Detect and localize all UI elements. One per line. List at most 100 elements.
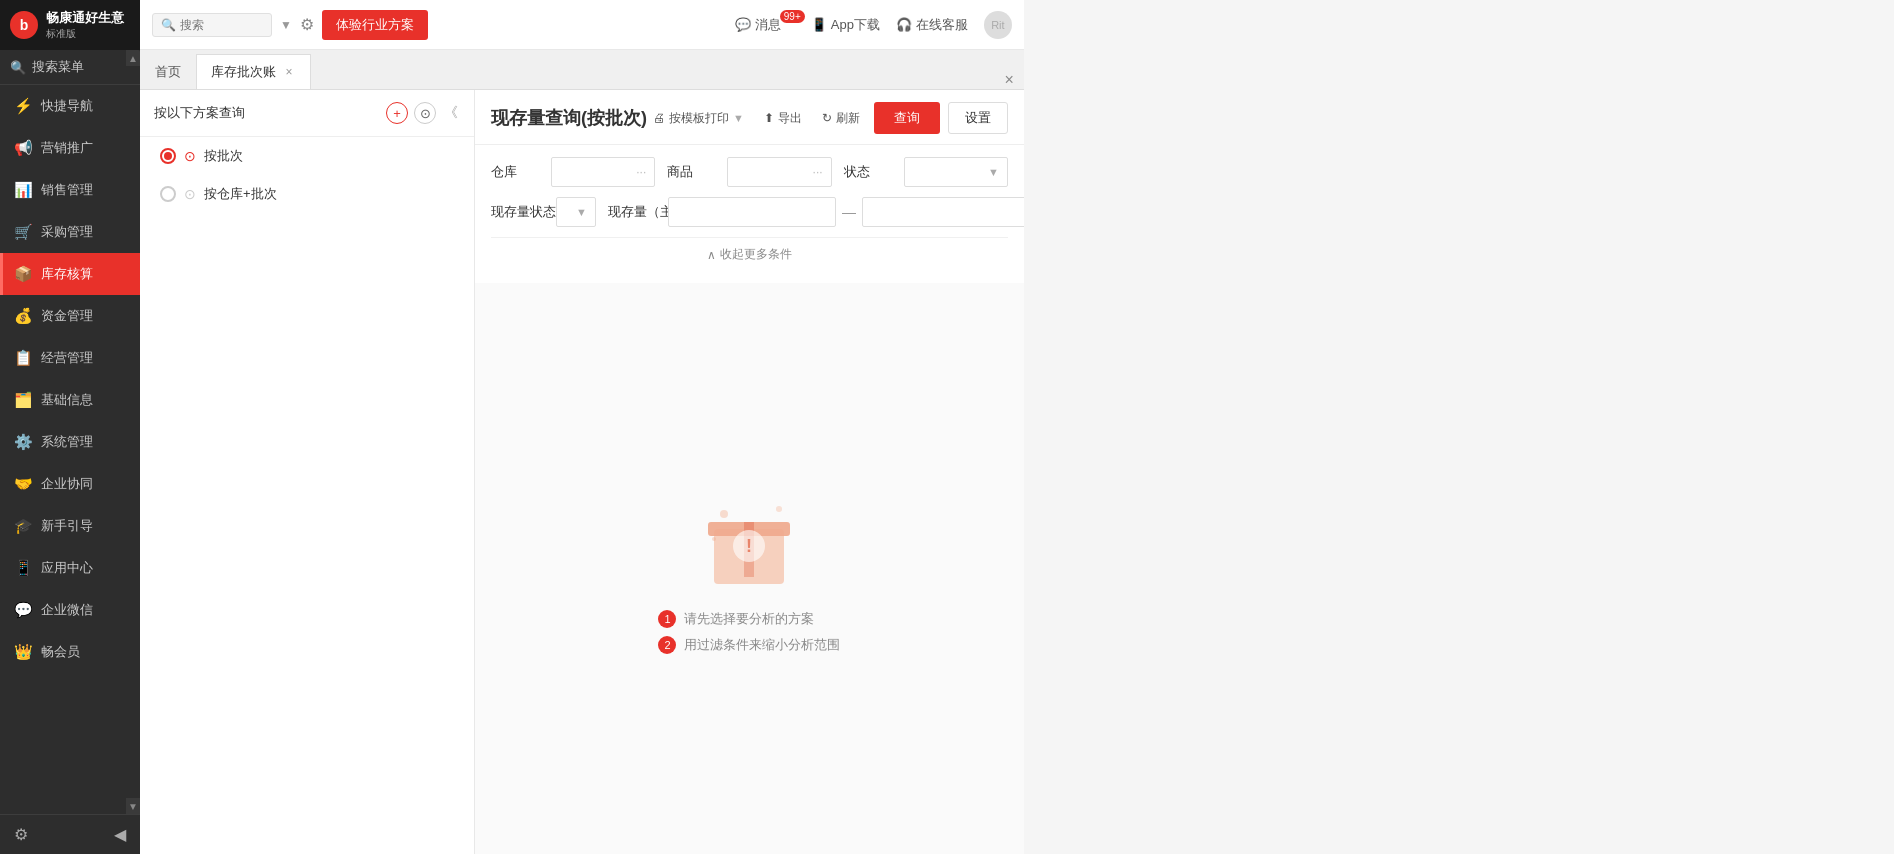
- sidebar-scroll-up-btn[interactable]: ▲: [126, 50, 140, 66]
- tip-num-2: 2: [658, 636, 676, 654]
- experience-btn[interactable]: 体验行业方案: [322, 10, 428, 40]
- inventory-qty-max[interactable]: [862, 197, 1024, 227]
- tab-close-icon[interactable]: ×: [282, 65, 296, 79]
- topbar-search-box[interactable]: 🔍: [152, 13, 272, 37]
- sidebar-search[interactable]: 🔍 搜索菜单: [0, 50, 140, 85]
- refresh-label: 刷新: [836, 110, 860, 127]
- collapse-left-panel-btn[interactable]: 《: [442, 102, 460, 124]
- inventory-qty-min[interactable]: [668, 197, 836, 227]
- nav-icon-member: 👑: [13, 642, 33, 662]
- settings-btn[interactable]: 设置: [948, 102, 1008, 134]
- inventory-status-dropdown-icon: ▼: [576, 206, 587, 218]
- plan-settings-btn[interactable]: ⊙: [414, 102, 436, 124]
- nav-icon-wechat: 💬: [13, 600, 33, 620]
- sidebar-item-system[interactable]: ⚙️ 系统管理: [0, 421, 140, 463]
- nav-icon-quick-nav: ⚡: [13, 96, 33, 116]
- sidebar-item-operations[interactable]: 📋 经营管理: [0, 337, 140, 379]
- messages-action[interactable]: 💬 消息 99+: [735, 16, 795, 34]
- topbar-actions: 💬 消息 99+ 📱 App下载 🎧 在线客服 Rit: [735, 11, 1012, 39]
- query-btn[interactable]: 查询: [874, 102, 940, 134]
- sidebar-scroll-down-btn[interactable]: ▼: [126, 798, 140, 814]
- right-panel: 现存量查询(按批次) 🖨 按模板打印 ▼ ⬆ 导出: [475, 90, 1024, 854]
- online-service-label: 在线客服: [916, 16, 968, 34]
- filter-row-2: 现存量状态 ▼ 现存量（主） —: [491, 197, 1008, 227]
- collapse-more-btn[interactable]: ∧ 收起更多条件: [491, 237, 1008, 271]
- messages-label: 消息: [755, 16, 781, 34]
- topbar-dropdown-icon[interactable]: ▼: [280, 18, 292, 32]
- inventory-qty-filter-group: 现存量（主） —: [608, 197, 1008, 227]
- export-label: 导出: [778, 110, 802, 127]
- user-avatar-action[interactable]: Rit: [984, 11, 1012, 39]
- warehouse-filter-group: 仓库 ···: [491, 157, 655, 187]
- nav-icon-newbie: 🎓: [13, 516, 33, 536]
- inventory-qty-range: —: [668, 197, 1024, 227]
- nav-icon-system: ⚙️: [13, 432, 33, 452]
- sidebar: b 畅康通好生意 标准版 🔍 搜索菜单 ⚡ 快捷导航 📢 营销推广 📊 销售管理…: [0, 0, 140, 854]
- topbar-search-input[interactable]: [180, 18, 250, 32]
- app-download-label: App下载: [831, 16, 880, 34]
- empty-state: ! 1 请先选择要分析的方案 2 用过滤条件来缩小分析范围: [475, 283, 1024, 854]
- print-dropdown-icon[interactable]: ▼: [733, 112, 744, 124]
- nav-label-quick-nav: 快捷导航: [41, 97, 93, 115]
- sidebar-item-enterprise[interactable]: 🤝 企业协同: [0, 463, 140, 505]
- sidebar-item-basic[interactable]: 🗂️ 基础信息: [0, 379, 140, 421]
- product-filter-group: 商品 ···: [667, 157, 831, 187]
- topbar-search-icon: 🔍: [161, 18, 176, 32]
- nav-icon-marketing: 📢: [13, 138, 33, 158]
- settings-icon[interactable]: ⚙: [14, 825, 28, 844]
- left-panel-header: 按以下方案查询 + ⊙ 《: [140, 90, 474, 137]
- tab-batch-inventory[interactable]: 库存批次账 ×: [196, 54, 311, 89]
- plan-item-by-warehouse-batch[interactable]: ⊙ 按仓库+批次: [140, 175, 474, 213]
- app-logo: b: [10, 11, 38, 39]
- tip-text-2: 用过滤条件来缩小分析范围: [684, 636, 840, 654]
- sidebar-item-member[interactable]: 👑 畅会员: [0, 631, 140, 673]
- nav-icon-sales: 📊: [13, 180, 33, 200]
- status-dropdown-icon: ▼: [988, 166, 999, 178]
- sidebar-item-appstore[interactable]: 📱 应用中心: [0, 547, 140, 589]
- home-tab-label: 首页: [155, 63, 181, 81]
- nav-label-wechat: 企业微信: [41, 601, 93, 619]
- plan-item-by-batch[interactable]: ⊙ 按批次: [140, 137, 474, 175]
- collapse-sidebar-icon[interactable]: ◀: [114, 825, 126, 844]
- warehouse-filter-label: 仓库: [491, 163, 551, 181]
- filter-area: 仓库 ··· 商品 ···: [475, 145, 1024, 283]
- range-dash: —: [842, 204, 856, 220]
- nav-label-operations: 经营管理: [41, 349, 93, 367]
- warehouse-filter-input[interactable]: ···: [551, 157, 655, 187]
- add-plan-btn[interactable]: +: [386, 102, 408, 124]
- page-header-actions: 🖨 按模板打印 ▼ ⬆ 导出 ↻ 刷新: [647, 102, 1008, 134]
- page-title-row: 现存量查询(按批次) 🖨 按模板打印 ▼ ⬆ 导出: [491, 102, 1008, 144]
- nav-label-basic: 基础信息: [41, 391, 93, 409]
- plan-icon-by-batch: ⊙: [184, 148, 196, 164]
- sidebar-item-finance[interactable]: 💰 资金管理: [0, 295, 140, 337]
- sidebar-item-marketing[interactable]: 📢 营销推广: [0, 127, 140, 169]
- sidebar-item-newbie[interactable]: 🎓 新手引导: [0, 505, 140, 547]
- product-filter-input[interactable]: ···: [727, 157, 831, 187]
- sidebar-item-purchase[interactable]: 🛒 采购管理: [0, 211, 140, 253]
- nav-label-member: 畅会员: [41, 643, 80, 661]
- nav-label-appstore: 应用中心: [41, 559, 93, 577]
- status-filter-select[interactable]: ▼: [904, 157, 1008, 187]
- tab-home[interactable]: 首页: [140, 54, 196, 89]
- print-btn[interactable]: 🖨 按模板打印 ▼: [647, 106, 750, 131]
- search-icon: 🔍: [10, 60, 26, 75]
- export-btn[interactable]: ⬆ 导出: [758, 106, 808, 131]
- refresh-btn[interactable]: ↻ 刷新: [816, 106, 866, 131]
- sidebar-item-inventory[interactable]: 📦 库存核算: [0, 253, 140, 295]
- inventory-status-select[interactable]: ▼: [556, 197, 596, 227]
- app-download-action[interactable]: 📱 App下载: [811, 16, 880, 34]
- collapse-chevron-up-icon: ∧: [707, 248, 716, 262]
- tabs-close-all-btn[interactable]: ×: [997, 71, 1022, 89]
- page-header: 现存量查询(按批次) 🖨 按模板打印 ▼ ⬆ 导出: [475, 90, 1024, 145]
- plan-icon-by-warehouse-batch: ⊙: [184, 186, 196, 202]
- online-service-action[interactable]: 🎧 在线客服: [896, 16, 968, 34]
- sidebar-item-wechat[interactable]: 💬 企业微信: [0, 589, 140, 631]
- sidebar-item-sales[interactable]: 📊 销售管理: [0, 169, 140, 211]
- nav-label-sales: 销售管理: [41, 181, 93, 199]
- nav-icon-purchase: 🛒: [13, 222, 33, 242]
- sidebar-header: b 畅康通好生意 标准版: [0, 0, 140, 50]
- sidebar-item-quick-nav[interactable]: ⚡ 快捷导航: [0, 85, 140, 127]
- main-area: 🔍 ▼ ⚙ 体验行业方案 💬 消息 99+ 📱 App下载 🎧 在线客服 R: [140, 0, 1024, 854]
- topbar-settings-icon[interactable]: ⚙: [300, 15, 314, 34]
- topbar: 🔍 ▼ ⚙ 体验行业方案 💬 消息 99+ 📱 App下载 🎧 在线客服 R: [140, 0, 1024, 50]
